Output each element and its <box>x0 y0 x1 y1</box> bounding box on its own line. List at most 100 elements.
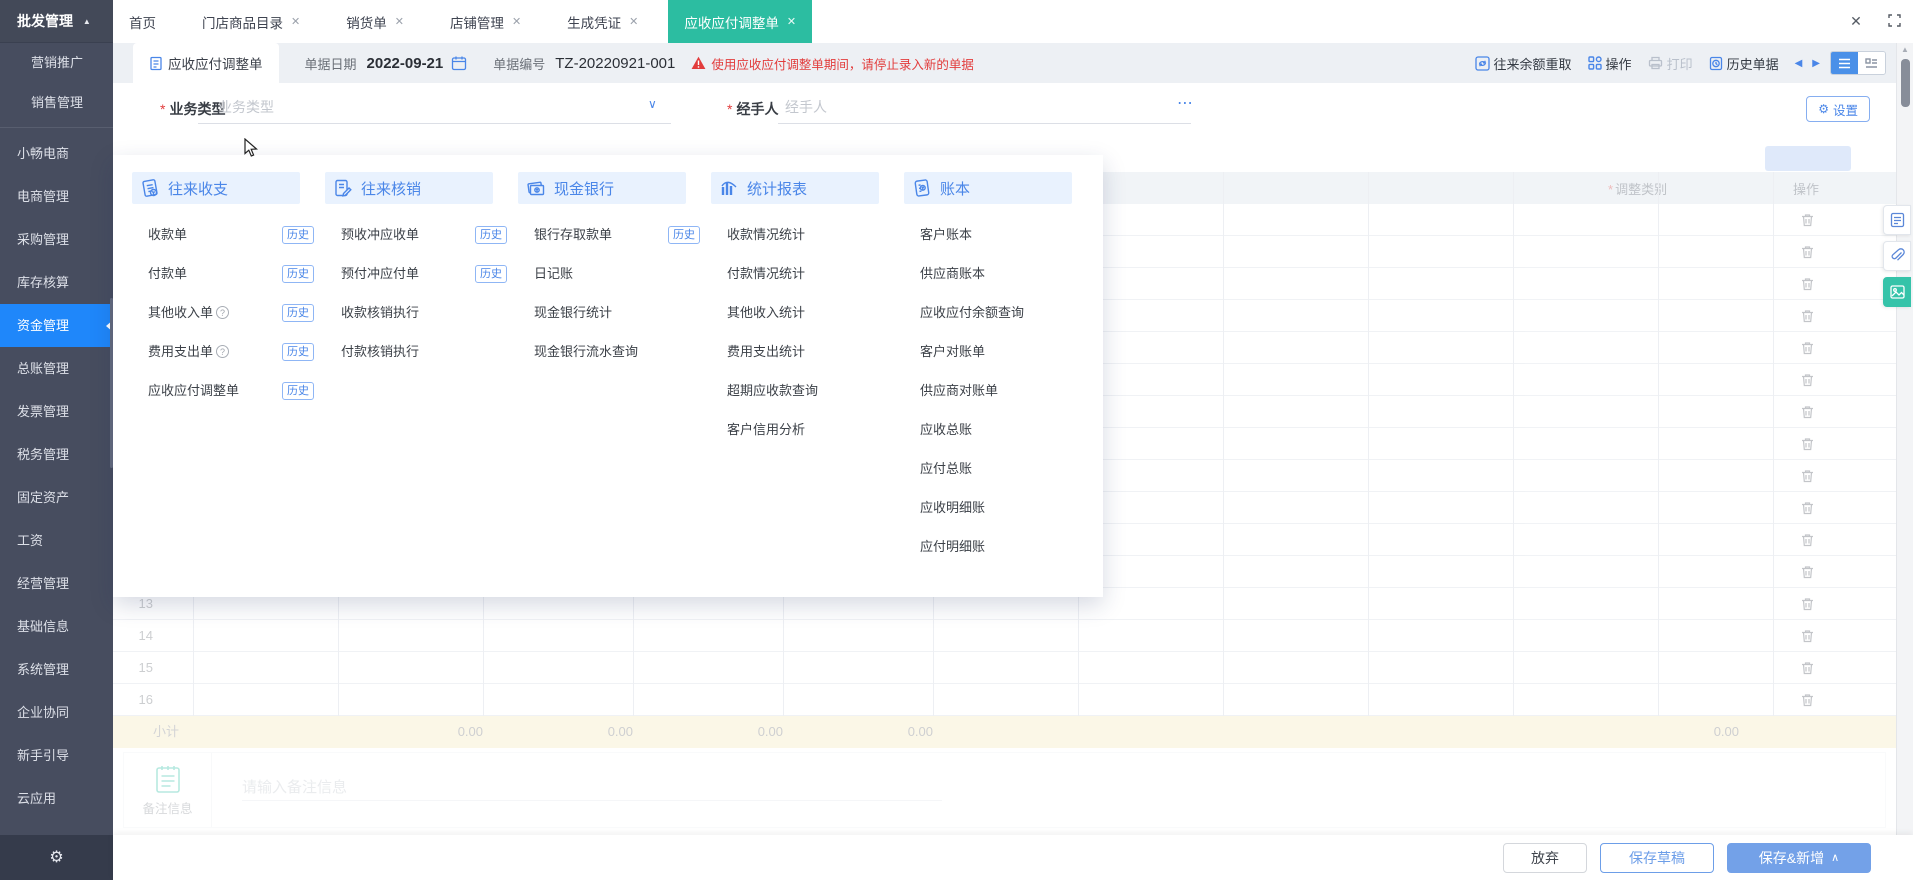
save-and-new-button[interactable]: 保存&新增 ∧ <box>1727 842 1871 873</box>
menu-item[interactable]: 付款核销执行 <box>341 338 419 366</box>
tab-4[interactable]: 生成凭证 ✕ <box>551 0 654 43</box>
trash-icon[interactable] <box>1799 236 1815 268</box>
help-circle-icon[interactable]: ? <box>216 306 230 319</box>
document-tab[interactable]: 应收应付调整单 <box>133 43 279 83</box>
history-documents-button[interactable]: 历史单据 <box>1709 54 1779 73</box>
trash-icon[interactable] <box>1799 332 1815 364</box>
sidebar-item-7[interactable]: 税务管理 <box>0 433 113 476</box>
menu-item[interactable]: 日记账 <box>534 260 573 288</box>
trash-icon[interactable] <box>1799 556 1815 588</box>
menu-item[interactable]: 费用支出统计 <box>727 338 805 366</box>
menu-item[interactable]: 客户账本 <box>920 221 972 249</box>
history-badge[interactable]: 历史 <box>282 265 314 283</box>
related-doc-button[interactable] <box>1883 205 1911 235</box>
sidebar-item-15[interactable]: 云应用 <box>0 777 113 820</box>
sidebar-subitem-0[interactable]: 营销推广 <box>0 43 113 83</box>
menu-item[interactable]: 应付总账 <box>920 455 972 483</box>
tab-close-icon[interactable]: ✕ <box>395 15 404 28</box>
trash-icon[interactable] <box>1799 396 1815 428</box>
operations-button[interactable]: 操作 <box>1587 54 1632 73</box>
save-draft-button[interactable]: 保存草稿 <box>1600 842 1714 873</box>
sidebar-item-6[interactable]: 发票管理 <box>0 390 113 433</box>
menu-item[interactable]: 付款情况统计 <box>727 260 805 288</box>
menu-item[interactable]: 超期应收款查询 <box>727 377 818 405</box>
sidebar-title[interactable]: 批发管理 ▲ <box>0 0 113 43</box>
trash-icon[interactable] <box>1799 204 1815 236</box>
tab-0[interactable]: 首页 <box>113 0 172 43</box>
sidebar-item-1[interactable]: 电商管理 <box>0 175 113 218</box>
menu-item[interactable]: 客户信用分析 <box>727 416 805 444</box>
trash-icon[interactable] <box>1799 684 1815 716</box>
trash-icon[interactable] <box>1799 460 1815 492</box>
tab-close-icon[interactable]: ✕ <box>291 15 300 28</box>
sidebar-item-5[interactable]: 总账管理 <box>0 347 113 390</box>
menu-item[interactable]: 预付冲应付单 <box>341 260 419 288</box>
menu-item[interactable]: 现金银行流水查询 <box>534 338 638 366</box>
sidebar-item-14[interactable]: 新手引导 <box>0 734 113 777</box>
menu-item[interactable]: 其他收入统计 <box>727 299 805 327</box>
history-badge[interactable]: 历史 <box>282 343 314 361</box>
attachment-button[interactable] <box>1883 241 1911 271</box>
remark-input[interactable] <box>242 775 942 801</box>
handler-input[interactable] <box>785 95 1165 119</box>
sidebar-item-3[interactable]: 库存核算 <box>0 261 113 304</box>
history-badge[interactable]: 历史 <box>282 382 314 400</box>
menu-item[interactable]: 其他收入单? <box>148 299 230 327</box>
close-icon[interactable]: ✕ <box>1837 13 1875 30</box>
menu-item[interactable]: 付款单 <box>148 260 187 288</box>
sidebar-item-0[interactable]: 小畅电商 <box>0 132 113 175</box>
history-badge[interactable]: 历史 <box>282 304 314 322</box>
trash-icon[interactable] <box>1799 620 1815 652</box>
tab-3[interactable]: 店铺管理 ✕ <box>434 0 537 43</box>
menu-item[interactable]: 供应商对账单 <box>920 377 998 405</box>
trash-icon[interactable] <box>1799 268 1815 300</box>
tab-close-icon[interactable]: ✕ <box>787 15 796 28</box>
sidebar-item-11[interactable]: 基础信息 <box>0 605 113 648</box>
trash-icon[interactable] <box>1799 588 1815 620</box>
settings-button[interactable]: ⚙ 设置 <box>1806 96 1870 122</box>
list-view-button[interactable] <box>1831 52 1858 74</box>
sidebar-item-13[interactable]: 企业协同 <box>0 691 113 734</box>
tab-close-icon[interactable]: ✕ <box>512 15 521 28</box>
menu-item[interactable]: 客户对账单 <box>920 338 985 366</box>
menu-item[interactable]: 收款情况统计 <box>727 221 805 249</box>
history-badge[interactable]: 历史 <box>475 226 507 244</box>
scroll-up-arrow-icon[interactable]: ▲ <box>1897 43 1913 57</box>
print-button[interactable]: 打印 <box>1648 54 1693 73</box>
sidebar-settings-button[interactable]: ⚙ <box>0 835 113 880</box>
tab-1[interactable]: 门店商品目录 ✕ <box>186 0 316 43</box>
history-badge[interactable]: 历史 <box>668 226 700 244</box>
menu-item[interactable]: 收款单 <box>148 221 187 249</box>
trash-icon[interactable] <box>1799 428 1815 460</box>
menu-item[interactable]: 应收应付调整单 <box>148 377 239 405</box>
tab-5[interactable]: 应收应付调整单 ✕ <box>668 0 813 43</box>
image-tool-button[interactable] <box>1883 277 1911 307</box>
menu-item[interactable]: 应付明细账 <box>920 533 985 561</box>
trash-icon[interactable] <box>1799 300 1815 332</box>
help-circle-icon[interactable]: ? <box>216 345 230 358</box>
business-type-input[interactable] <box>218 95 638 119</box>
menu-item[interactable]: 应收总账 <box>920 416 972 444</box>
balance-refetch-button[interactable]: 往来余额重取 <box>1474 54 1572 73</box>
card-view-button[interactable] <box>1858 52 1885 74</box>
menu-item[interactable]: 费用支出单? <box>148 338 230 366</box>
tab-close-icon[interactable]: ✕ <box>629 15 638 28</box>
sidebar-item-2[interactable]: 采购管理 <box>0 218 113 261</box>
trash-icon[interactable] <box>1799 524 1815 556</box>
menu-item[interactable]: 现金银行统计 <box>534 299 612 327</box>
menu-item[interactable]: 应收明细账 <box>920 494 985 522</box>
tab-2[interactable]: 销货单 ✕ <box>330 0 420 43</box>
sidebar-item-10[interactable]: 经营管理 <box>0 562 113 605</box>
chevron-down-icon[interactable]: ∨ <box>648 97 657 111</box>
trash-icon[interactable] <box>1799 364 1815 396</box>
sidebar-item-12[interactable]: 系统管理 <box>0 648 113 691</box>
history-badge[interactable]: 历史 <box>475 265 507 283</box>
discard-button[interactable]: 放弃 <box>1503 842 1587 873</box>
sidebar-item-4[interactable]: 资金管理 <box>0 304 113 347</box>
sidebar-item-8[interactable]: 固定资产 <box>0 476 113 519</box>
menu-item[interactable]: 银行存取款单 <box>534 221 612 249</box>
next-arrow-icon[interactable]: ▶ <box>1812 58 1820 69</box>
sidebar-subitem-1[interactable]: 销售管理 <box>0 83 113 123</box>
history-badge[interactable]: 历史 <box>282 226 314 244</box>
scrollbar-thumb[interactable] <box>1901 59 1910 107</box>
